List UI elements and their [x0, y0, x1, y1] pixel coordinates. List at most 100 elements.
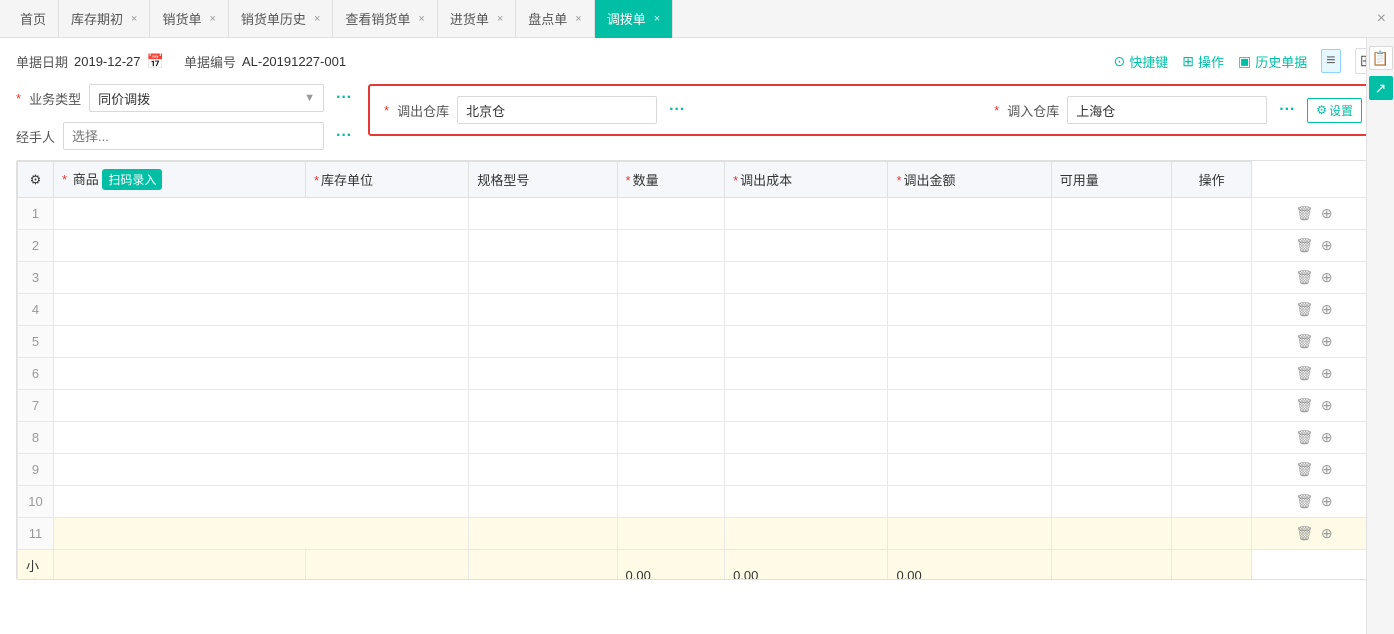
unit-cell[interactable]: [469, 262, 617, 294]
product-cell[interactable]: [54, 358, 469, 390]
unit-cell[interactable]: [469, 390, 617, 422]
cost-cell[interactable]: [888, 454, 1051, 486]
product-cell[interactable]: [54, 326, 469, 358]
spec-cell[interactable]: [617, 518, 725, 550]
amount-cell[interactable]: [1051, 486, 1171, 518]
amount-cell[interactable]: [1051, 518, 1171, 550]
qty-cell[interactable]: [725, 230, 888, 262]
close-icon[interactable]: ×: [314, 13, 320, 25]
tab-view-sales[interactable]: 查看销货单 ×: [333, 0, 437, 38]
available-cell[interactable]: [1172, 326, 1252, 358]
spec-cell[interactable]: [617, 294, 725, 326]
shortcut-action[interactable]: ⊙ 快捷键: [1114, 52, 1169, 71]
tab-sales-order[interactable]: 销货单 ×: [150, 0, 228, 38]
delete-icon[interactable]: 🗑: [1295, 365, 1313, 381]
amount-cell[interactable]: [1051, 230, 1171, 262]
person-input[interactable]: [63, 122, 324, 150]
available-cell[interactable]: [1172, 262, 1252, 294]
product-cell[interactable]: [54, 486, 469, 518]
copy-icon[interactable]: ⊕: [1321, 365, 1333, 381]
tab-sales-history[interactable]: 销货单历史 ×: [229, 0, 333, 38]
spec-cell[interactable]: [617, 390, 725, 422]
cost-cell[interactable]: [888, 486, 1051, 518]
window-close-button[interactable]: ×: [1377, 10, 1386, 28]
history-action[interactable]: ▣ 历史单据: [1238, 52, 1307, 71]
settings-button[interactable]: ⚙ 设置: [1307, 98, 1362, 123]
product-cell[interactable]: [54, 454, 469, 486]
amount-cell[interactable]: [1051, 294, 1171, 326]
business-type-select[interactable]: 同价调拨 ▼: [89, 84, 324, 112]
available-cell[interactable]: [1172, 422, 1252, 454]
product-cell[interactable]: [54, 198, 469, 230]
date-value[interactable]: 2019-12-27: [74, 54, 141, 69]
tab-inventory-init[interactable]: 库存期初 ×: [59, 0, 150, 38]
copy-icon[interactable]: ⊕: [1321, 301, 1333, 317]
tab-purchase[interactable]: 进货单 ×: [438, 0, 516, 38]
tab-transfer[interactable]: 调拨单 ×: [595, 0, 673, 38]
copy-icon[interactable]: ⊕: [1321, 525, 1333, 541]
amount-cell[interactable]: [1051, 422, 1171, 454]
qty-cell[interactable]: [725, 390, 888, 422]
delete-icon[interactable]: 🗑: [1295, 461, 1313, 477]
qty-cell[interactable]: [725, 198, 888, 230]
copy-icon[interactable]: ⊕: [1321, 205, 1333, 221]
spec-cell[interactable]: [617, 486, 725, 518]
cost-cell[interactable]: [888, 358, 1051, 390]
close-icon[interactable]: ×: [209, 13, 215, 25]
copy-icon[interactable]: ⊕: [1321, 493, 1333, 509]
copy-icon[interactable]: ⊕: [1321, 269, 1333, 285]
copy-icon[interactable]: ⊕: [1321, 397, 1333, 413]
qty-cell[interactable]: [725, 262, 888, 294]
transfer-in-select[interactable]: 上海仓: [1067, 96, 1267, 124]
amount-cell[interactable]: [1051, 262, 1171, 294]
qty-cell[interactable]: [725, 486, 888, 518]
unit-cell[interactable]: [469, 294, 617, 326]
amount-cell[interactable]: [1051, 358, 1171, 390]
product-cell[interactable]: [54, 422, 469, 454]
delete-icon[interactable]: 🗑: [1295, 269, 1313, 285]
spec-cell[interactable]: [617, 358, 725, 390]
spec-cell[interactable]: [617, 326, 725, 358]
copy-icon[interactable]: ⊕: [1321, 237, 1333, 253]
close-icon[interactable]: ×: [654, 13, 660, 25]
available-cell[interactable]: [1172, 198, 1252, 230]
unit-cell[interactable]: [469, 486, 617, 518]
available-cell[interactable]: [1172, 230, 1252, 262]
spec-cell[interactable]: [617, 262, 725, 294]
cost-cell[interactable]: [888, 326, 1051, 358]
sidebar-note-icon[interactable]: 📋: [1369, 46, 1393, 70]
sidebar-expand-icon[interactable]: ↗: [1369, 76, 1393, 100]
qty-cell[interactable]: [725, 454, 888, 486]
cost-cell[interactable]: [888, 518, 1051, 550]
gear-column-header[interactable]: ⚙: [18, 162, 54, 198]
unit-cell[interactable]: [469, 422, 617, 454]
tab-stocktake[interactable]: 盘点单 ×: [516, 0, 594, 38]
available-cell[interactable]: [1172, 518, 1252, 550]
unit-cell[interactable]: [469, 518, 617, 550]
delete-icon[interactable]: 🗑: [1295, 429, 1313, 445]
copy-icon[interactable]: ⊕: [1321, 333, 1333, 349]
product-cell[interactable]: [54, 230, 469, 262]
unit-cell[interactable]: [469, 326, 617, 358]
delete-icon[interactable]: 🗑: [1295, 493, 1313, 509]
amount-cell[interactable]: [1051, 454, 1171, 486]
close-icon[interactable]: ×: [497, 13, 503, 25]
cost-cell[interactable]: [888, 230, 1051, 262]
qty-cell[interactable]: [725, 294, 888, 326]
product-cell[interactable]: [54, 294, 469, 326]
spec-cell[interactable]: [617, 198, 725, 230]
product-cell[interactable]: [54, 518, 469, 550]
unit-cell[interactable]: [469, 358, 617, 390]
qty-cell[interactable]: [725, 326, 888, 358]
operation-action[interactable]: ⊞ 操作: [1182, 52, 1224, 71]
person-more[interactable]: ···: [332, 127, 356, 145]
spec-cell[interactable]: [617, 422, 725, 454]
unit-cell[interactable]: [469, 454, 617, 486]
qty-cell[interactable]: [725, 422, 888, 454]
cost-cell[interactable]: [888, 422, 1051, 454]
close-icon[interactable]: ×: [575, 13, 581, 25]
qty-cell[interactable]: [725, 358, 888, 390]
delete-icon[interactable]: 🗑: [1295, 237, 1313, 253]
delete-icon[interactable]: 🗑: [1295, 333, 1313, 349]
cost-cell[interactable]: [888, 294, 1051, 326]
